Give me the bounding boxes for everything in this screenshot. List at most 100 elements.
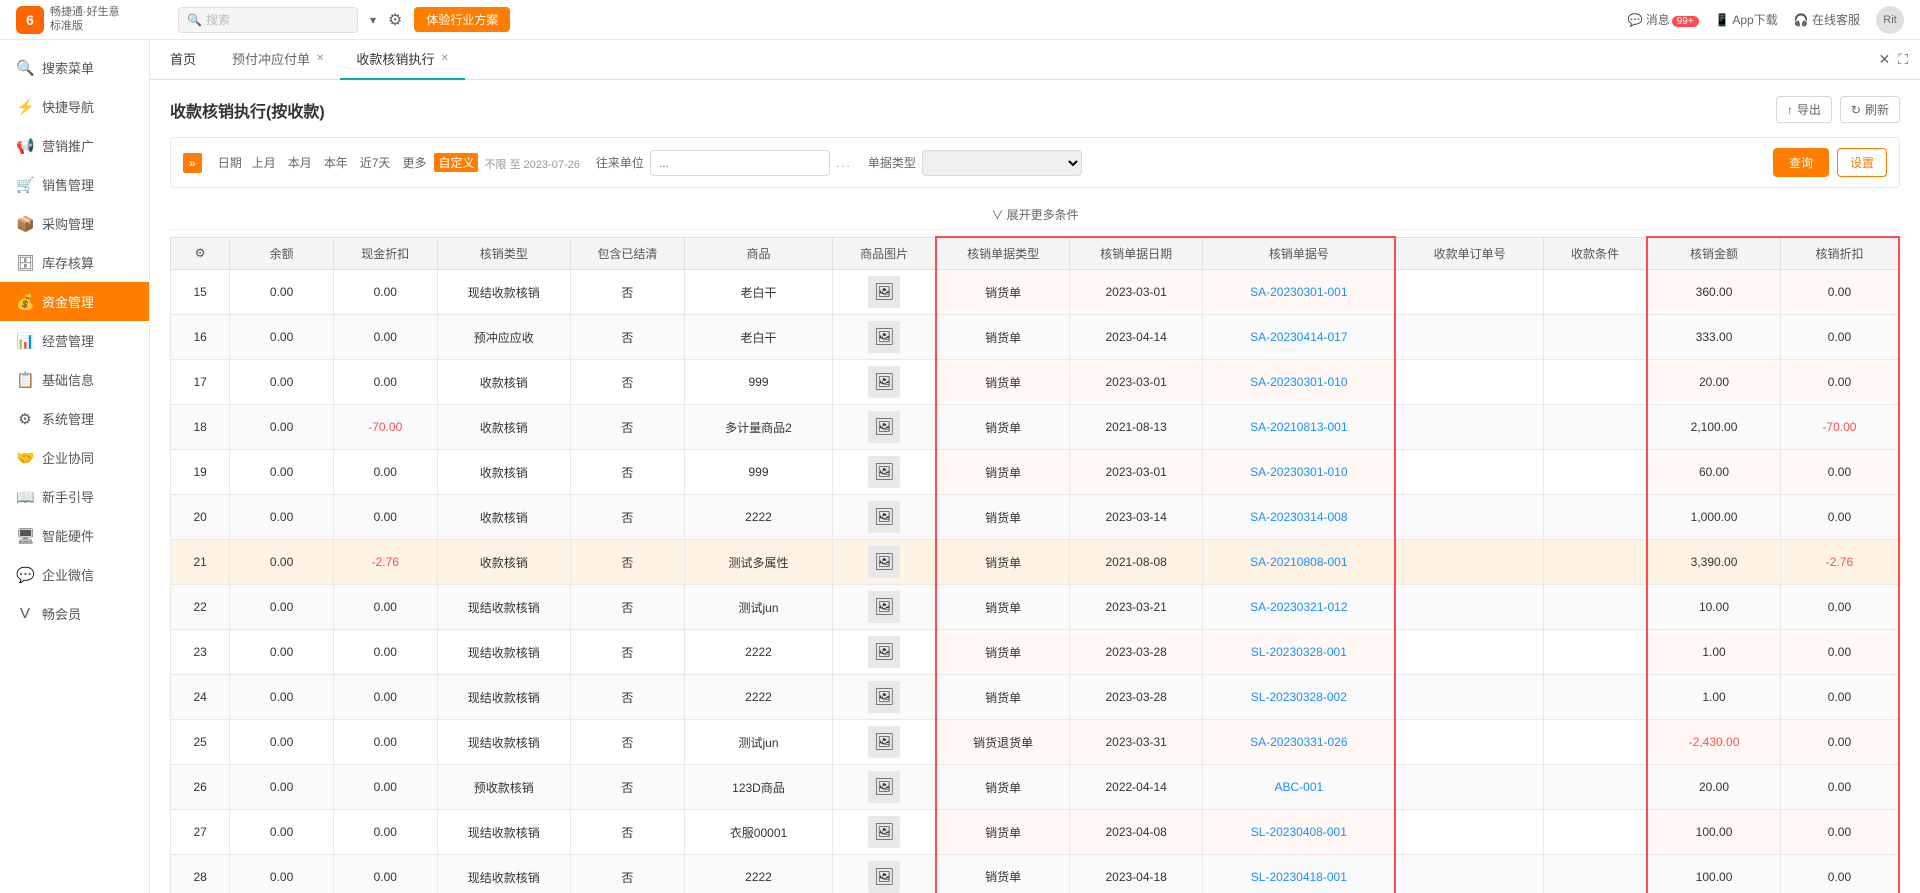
cell-cancel-bill-type: 销货单: [936, 405, 1069, 450]
sidebar-item-label: 智能硬件: [42, 526, 94, 545]
bill-no-link[interactable]: SA-20230301-001: [1250, 285, 1347, 299]
cell-cancel-bill-no[interactable]: SL-20230408-001: [1203, 810, 1396, 855]
cell-cancel-bill-no[interactable]: SL-20230328-001: [1203, 630, 1396, 675]
date-options: 上月 本月 本年 近7天 更多 自定义: [248, 153, 479, 172]
maximize-icon[interactable]: ⛶: [1898, 51, 1908, 68]
cell-cancel-bill-no[interactable]: SA-20230301-001: [1203, 270, 1396, 315]
logo-area: 6 畅捷通·好生意 标准版: [16, 6, 166, 34]
bill-no-link[interactable]: SA-20230331-026: [1250, 735, 1347, 749]
date-range-display: 不限 至 2023-07-26: [484, 156, 579, 172]
bill-no-link[interactable]: SA-20230314-008: [1250, 510, 1347, 524]
sidebar-item-operations[interactable]: 📊经营管理: [0, 321, 149, 360]
close-collection-tab[interactable]: ✕: [440, 53, 448, 64]
gear-icon[interactable]: ⚙: [388, 10, 402, 30]
date-more[interactable]: 更多: [398, 153, 430, 172]
cell-cancel-bill-no[interactable]: SA-20210808-001: [1203, 540, 1396, 585]
sidebar-item-cooperation[interactable]: 🤝企业协同: [0, 438, 149, 477]
bill-no-link[interactable]: SA-20230301-010: [1250, 375, 1347, 389]
date-7days[interactable]: 近7天: [356, 153, 395, 172]
close-window-icon[interactable]: ✕: [1878, 51, 1890, 68]
tab-home[interactable]: 首页: [150, 40, 216, 80]
cell-cancel-bill-no[interactable]: SA-20230321-012: [1203, 585, 1396, 630]
bill-no-link[interactable]: SL-20230328-001: [1251, 645, 1347, 659]
cell-cancel-bill-no[interactable]: SL-20230418-001: [1203, 855, 1396, 893]
cell-cancel-bill-no[interactable]: ABC-001: [1203, 765, 1396, 810]
bill-no-link[interactable]: SA-20230321-012: [1250, 600, 1347, 614]
cell-rownum: 28: [171, 855, 230, 893]
top-search-box[interactable]: 🔍 搜索: [178, 7, 358, 33]
sidebar-item-shortcut[interactable]: ⚡快捷导航: [0, 87, 149, 126]
query-button[interactable]: 查询: [1773, 148, 1829, 177]
cell-goods-img: 🖼: [833, 630, 937, 675]
cell-cancel-bill-type: 销货单: [936, 495, 1069, 540]
bill-no-link[interactable]: SA-20210808-001: [1250, 555, 1347, 569]
close-prepay-tab[interactable]: ✕: [316, 53, 324, 64]
customer-service-link[interactable]: 🎧 在线客服: [1794, 11, 1860, 28]
bill-no-link[interactable]: SL-20230418-001: [1251, 870, 1347, 884]
tab-prepay[interactable]: 预付冲应付单 ✕: [216, 40, 340, 80]
date-this-year[interactable]: 本年: [320, 153, 352, 172]
cell-cancel-bill-type: 销货单: [936, 585, 1069, 630]
cell-receipt-condition: [1543, 585, 1647, 630]
cell-cash-discount: 0.00: [333, 360, 437, 405]
cell-cancel-bill-no[interactable]: SA-20230414-017: [1203, 315, 1396, 360]
sidebar-item-hardware[interactable]: 🖥智能硬件: [0, 516, 149, 555]
cell-cancel-bill-no[interactable]: SA-20230331-026: [1203, 720, 1396, 765]
date-this-month[interactable]: 本月: [284, 153, 316, 172]
cell-cash-discount: 0.00: [333, 855, 437, 893]
cell-cancel-bill-no[interactable]: SA-20230314-008: [1203, 495, 1396, 540]
bill-no-link[interactable]: SL-20230328-002: [1251, 690, 1347, 704]
bill-no-link[interactable]: SL-20230408-001: [1251, 825, 1347, 839]
th-goods-img: 商品图片: [833, 237, 937, 270]
sidebar-item-sales[interactable]: 🛒销售管理: [0, 165, 149, 204]
cell-receipt-order-no: [1395, 405, 1543, 450]
bill-no-link[interactable]: SA-20210813-001: [1250, 420, 1347, 434]
cell-cancel-bill-no[interactable]: SA-20230301-010: [1203, 450, 1396, 495]
sidebar-item-member[interactable]: V畅会员: [0, 594, 149, 633]
sidebar-item-system[interactable]: ⚙系统管理: [0, 399, 149, 438]
cell-cancel-bill-no[interactable]: SA-20210813-001: [1203, 405, 1396, 450]
bill-no-link[interactable]: SA-20230414-017: [1250, 330, 1347, 344]
cell-cancel-bill-no[interactable]: SA-20230301-010: [1203, 360, 1396, 405]
sidebar-item-finance[interactable]: 💰资金管理: [0, 282, 149, 321]
dropdown-btn[interactable]: ▾: [370, 13, 376, 27]
cooperation-icon: 🤝: [16, 449, 34, 467]
tab-collection[interactable]: 收款核销执行 ✕: [340, 40, 464, 80]
cell-receipt-condition: [1543, 765, 1647, 810]
app-download-link[interactable]: 📱 App下载: [1715, 11, 1778, 28]
cell-cash-discount: 0.00: [333, 720, 437, 765]
cell-cancel-bill-no[interactable]: SL-20230328-002: [1203, 675, 1396, 720]
setting-button[interactable]: 设置: [1837, 148, 1887, 177]
sidebar-item-purchase[interactable]: 📦采购管理: [0, 204, 149, 243]
page-title-actions: ↑ 导出 ↻ 刷新: [1776, 96, 1900, 123]
export-button[interactable]: ↑ 导出: [1776, 96, 1832, 123]
sidebar-item-inventory[interactable]: 🗄库存核算: [0, 243, 149, 282]
bill-no-link[interactable]: SA-20230301-010: [1250, 465, 1347, 479]
bill-type-select[interactable]: [922, 150, 1082, 176]
message-link[interactable]: 💬 消息99+: [1627, 11, 1698, 28]
sidebar-item-basic[interactable]: 📋基础信息: [0, 360, 149, 399]
bill-no-link[interactable]: ABC-001: [1274, 780, 1323, 794]
expand-conditions-bar[interactable]: ∨ 展开更多条件: [170, 200, 1900, 230]
date-custom[interactable]: 自定义: [434, 153, 478, 172]
partner-input[interactable]: [650, 150, 830, 176]
cell-cash-discount: -2.76: [333, 540, 437, 585]
date-last-month[interactable]: 上月: [248, 153, 280, 172]
sidebar-item-search[interactable]: 🔍搜索菜单: [0, 48, 149, 87]
trial-button[interactable]: 体验行业方案: [414, 7, 510, 32]
cell-cancel-type: 预冲应应收: [437, 315, 570, 360]
cell-cancel-type: 现结收款核销: [437, 675, 570, 720]
refresh-button[interactable]: ↻ 刷新: [1840, 96, 1900, 123]
logo-icon: 6: [16, 6, 44, 34]
sidebar-item-marketing[interactable]: 📢营销推广: [0, 126, 149, 165]
th-settings[interactable]: ⚙: [171, 237, 230, 270]
sidebar-item-guide[interactable]: 📖新手引导: [0, 477, 149, 516]
cell-cancel-discount: 0.00: [1780, 720, 1899, 765]
cell-cancel-discount: 0.00: [1780, 585, 1899, 630]
user-avatar[interactable]: Rit: [1876, 6, 1904, 34]
sidebar-item-wechat[interactable]: 💬企业微信: [0, 555, 149, 594]
table-header: ⚙ 余额 现金折扣 核销类型 包含已结清 商品 商品图片 核销单据类型 核销单据…: [171, 237, 1900, 270]
th-cancel-bill-type: 核销单据类型: [936, 237, 1069, 270]
filter-collapse-button[interactable]: »: [183, 153, 202, 173]
cell-cash-discount: 0.00: [333, 675, 437, 720]
